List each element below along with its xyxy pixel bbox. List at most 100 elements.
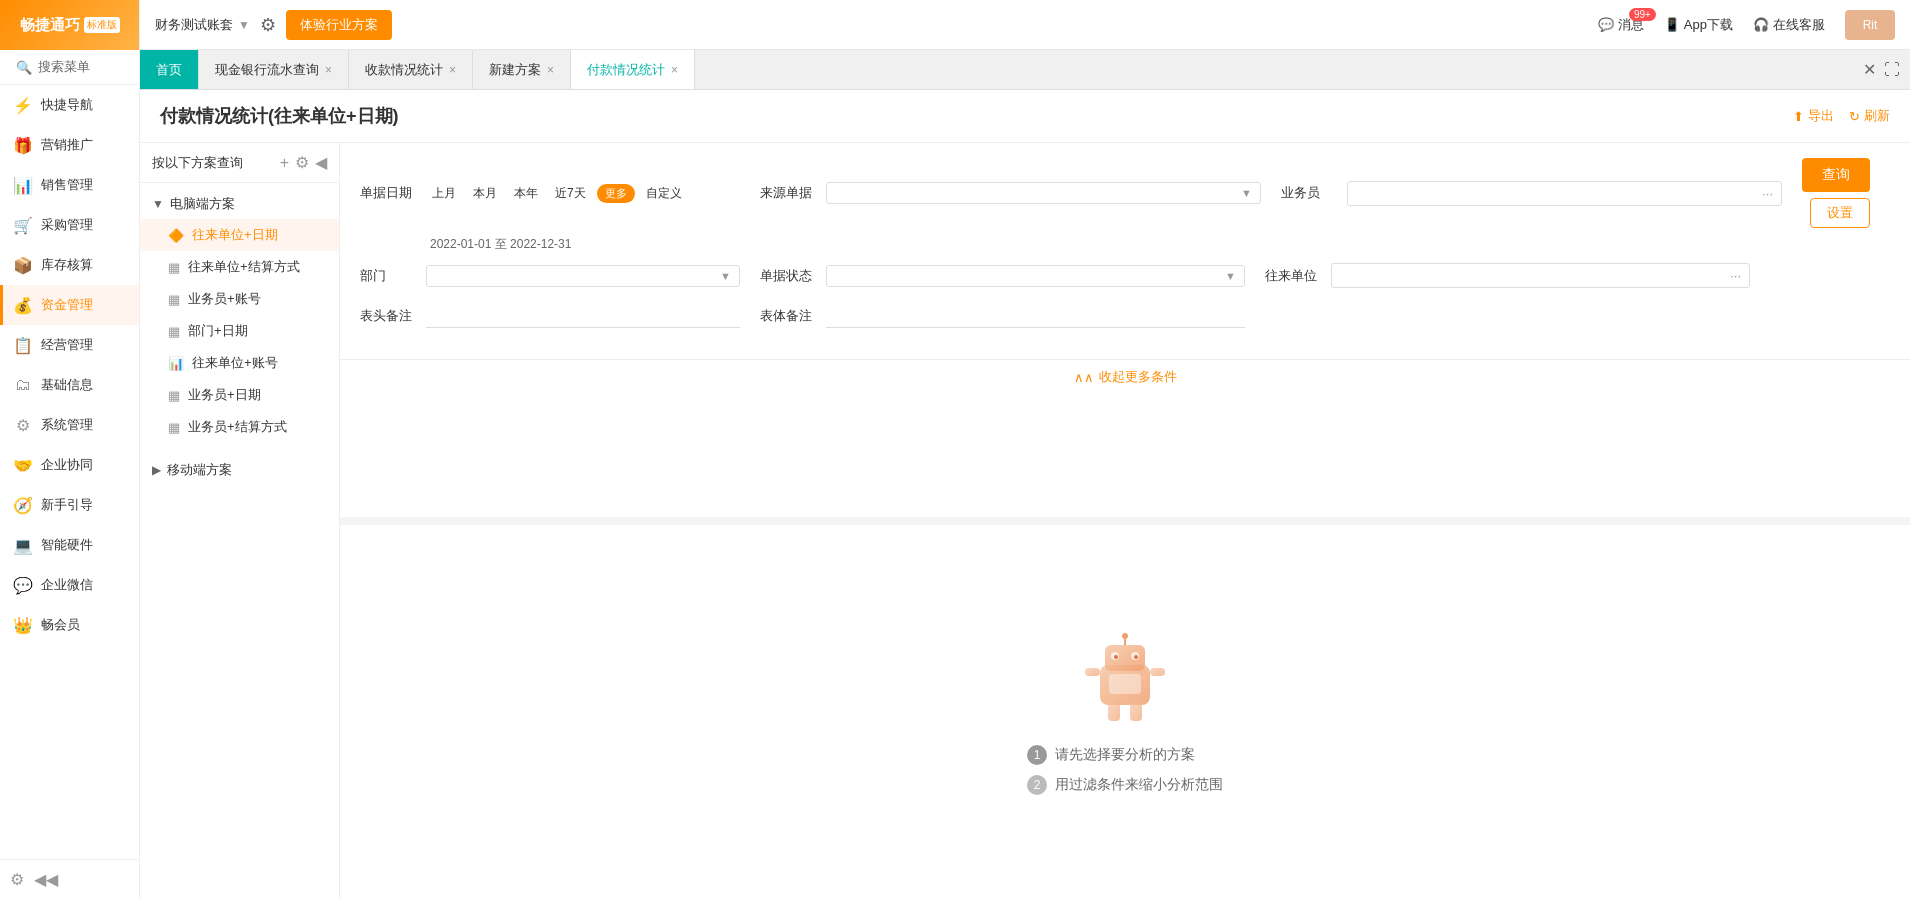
filter-panel: 单据日期 上月 本月 本年 近7天 更多 自定义 xyxy=(340,143,1910,517)
service-icon: 🎧 xyxy=(1753,17,1769,32)
sidebar-item-label: 智能硬件 xyxy=(41,536,93,554)
sidebar-item-basic[interactable]: 🗂 基础信息 xyxy=(0,365,139,405)
sidebar-item-purchase[interactable]: 🛒 采购管理 xyxy=(0,205,139,245)
scheme-item-label-staff-date: 业务员+日期 xyxy=(188,386,261,404)
scheme-panel-header: 按以下方案查询 + ⚙ ◀ xyxy=(140,143,339,183)
sidebar-item-sales[interactable]: 📊 销售管理 xyxy=(0,165,139,205)
scheme-item-unit-settle[interactable]: ▦ 往来单位+结算方式 xyxy=(140,251,339,283)
export-icon: ⬆ xyxy=(1793,109,1804,124)
empty-tips: 1 请先选择要分析的方案 2 用过滤条件来缩小分析范围 xyxy=(1027,745,1223,795)
sidebar-item-cooperation[interactable]: 🤝 企业协同 xyxy=(0,445,139,485)
scheme-settings-btn[interactable]: ⚙ xyxy=(295,153,309,172)
trial-btn[interactable]: 体验行业方案 xyxy=(286,10,392,40)
tab-close-all-btn[interactable]: ✕ xyxy=(1863,60,1876,79)
tab-new-scheme[interactable]: 新建方案 × xyxy=(473,50,571,89)
date-btn-custom[interactable]: 自定义 xyxy=(640,183,688,204)
tab-receipt-stats[interactable]: 收款情况统计 × xyxy=(349,50,473,89)
filter-source-select[interactable]: ▼ xyxy=(826,182,1261,204)
empty-state-illustration xyxy=(1075,630,1175,730)
scheme-section-mobile-header[interactable]: ▶ 移动端方案 xyxy=(140,455,339,485)
topbar: 财务测试账套 ▼ ⚙ 体验行业方案 💬 消息 99+ 📱 App下载 🎧 在线客… xyxy=(140,0,1910,50)
topbar-settings-icon[interactable]: ⚙ xyxy=(260,14,276,36)
refresh-btn[interactable]: ↻ 刷新 xyxy=(1849,107,1890,125)
sidebar-collapse-btn[interactable]: ◀◀ xyxy=(34,870,58,889)
tip-num-1: 1 xyxy=(1027,745,1047,765)
tab-bank-flow[interactable]: 现金银行流水查询 × xyxy=(199,50,349,89)
filter-unit-select[interactable]: ··· xyxy=(1331,263,1750,288)
svg-point-4 xyxy=(1114,655,1118,659)
tab-new-scheme-label: 新建方案 xyxy=(489,61,541,79)
empty-state: 1 请先选择要分析的方案 2 用过滤条件来缩小分析范围 xyxy=(340,525,1910,899)
date-btn-7days[interactable]: 近7天 xyxy=(549,183,592,204)
date-btn-last-month[interactable]: 上月 xyxy=(426,183,462,204)
marketing-icon: 🎁 xyxy=(13,135,33,155)
scheme-item-unit-date[interactable]: 🔶 往来单位+日期 xyxy=(140,219,339,251)
tab-payment-stats-close[interactable]: × xyxy=(671,63,678,77)
filter-header-note-input[interactable] xyxy=(426,304,740,328)
date-btn-this-month[interactable]: 本月 xyxy=(467,183,503,204)
collapse-btn[interactable]: ∧∧ 收起更多条件 xyxy=(340,359,1910,394)
tab-payment-stats[interactable]: 付款情况统计 × xyxy=(571,50,695,89)
sidebar-item-inventory[interactable]: 📦 库存核算 xyxy=(0,245,139,285)
sidebar-item-label: 新手引导 xyxy=(41,496,93,514)
scheme-section-pc: ▼ 电脑端方案 🔶 往来单位+日期 ▦ 往来单位+结算方式 ▦ 业务员+账号 xyxy=(140,183,339,449)
filter-header-note-field: 表头备注 xyxy=(360,304,740,328)
filter-status-select[interactable]: ▼ xyxy=(826,265,1245,287)
scheme-item-dept-date[interactable]: ▦ 部门+日期 xyxy=(140,315,339,347)
scheme-section-pc-header[interactable]: ▼ 电脑端方案 xyxy=(140,189,339,219)
scheme-item-staff-date[interactable]: ▦ 业务员+日期 xyxy=(140,379,339,411)
date-btn-this-year[interactable]: 本年 xyxy=(508,183,544,204)
scheme-item-label-staff-account: 业务员+账号 xyxy=(188,290,261,308)
scheme-item-label-unit-date: 往来单位+日期 xyxy=(192,226,278,244)
filter-unit-field: 往来单位 ··· xyxy=(1265,263,1750,288)
export-btn[interactable]: ⬆ 导出 xyxy=(1793,107,1834,125)
message-badge: 99+ xyxy=(1629,8,1656,21)
scheme-item-icon-staff-account: ▦ xyxy=(168,292,180,307)
topbar-message[interactable]: 💬 消息 99+ xyxy=(1598,16,1644,34)
scheme-item-staff-settle[interactable]: ▦ 业务员+结算方式 xyxy=(140,411,339,443)
sidebar-search[interactable]: 🔍 搜索菜单 xyxy=(0,50,139,85)
sidebar-item-wechat[interactable]: 💬 企业微信 xyxy=(0,565,139,605)
scheme-item-icon-unit-settle: ▦ xyxy=(168,260,180,275)
sidebar-item-guide[interactable]: 🧭 新手引导 xyxy=(0,485,139,525)
filter-dept-select[interactable]: ▼ xyxy=(426,265,740,287)
scheme-panel-actions: + ⚙ ◀ xyxy=(280,153,327,172)
sidebar-item-marketing[interactable]: 🎁 营销推广 xyxy=(0,125,139,165)
scheme-collapse-btn[interactable]: ◀ xyxy=(315,153,327,172)
filter-dept-field: 部门 ▼ xyxy=(360,265,740,287)
filter-unit-dots[interactable]: ··· xyxy=(1730,268,1741,283)
svg-rect-9 xyxy=(1150,668,1165,676)
query-btn[interactable]: 查询 xyxy=(1802,158,1870,192)
date-btn-more[interactable]: 更多 xyxy=(597,184,635,203)
sidebar-settings-btn[interactable]: ⚙ xyxy=(10,870,24,889)
scheme-item-label-unit-settle: 往来单位+结算方式 xyxy=(188,258,300,276)
tab-maximize-btn[interactable]: ⛶ xyxy=(1884,61,1900,79)
scheme-section-mobile-arrow: ▶ xyxy=(152,463,161,477)
tab-home[interactable]: 首页 xyxy=(140,50,199,89)
filter-staff-dots[interactable]: ··· xyxy=(1762,186,1773,201)
filter-staff-select[interactable]: ··· xyxy=(1347,181,1782,206)
scheme-section-mobile-title: 移动端方案 xyxy=(167,461,232,479)
topbar-profile[interactable]: 财务测试账套 ▼ xyxy=(155,16,250,34)
topbar-online-service[interactable]: 🎧 在线客服 xyxy=(1753,16,1825,34)
sidebar-item-quick-nav[interactable]: ⚡ 快捷导航 xyxy=(0,85,139,125)
topbar-app-download[interactable]: 📱 App下载 xyxy=(1664,16,1733,34)
tab-receipt-stats-close[interactable]: × xyxy=(449,63,456,77)
sidebar-item-hardware[interactable]: 💻 智能硬件 xyxy=(0,525,139,565)
profile-name: 财务测试账套 xyxy=(155,16,233,34)
scheme-item-staff-account[interactable]: ▦ 业务员+账号 xyxy=(140,283,339,315)
filter-settings-btn[interactable]: 设置 xyxy=(1810,198,1870,228)
scheme-add-btn[interactable]: + xyxy=(280,154,289,172)
scheme-item-unit-account[interactable]: 📊 往来单位+账号 xyxy=(140,347,339,379)
sidebar-item-vip[interactable]: 👑 畅会员 xyxy=(0,605,139,645)
tab-bank-flow-close[interactable]: × xyxy=(325,63,332,77)
sales-icon: 📊 xyxy=(13,175,33,195)
tab-new-scheme-close[interactable]: × xyxy=(547,63,554,77)
sidebar-item-operation[interactable]: 📋 经营管理 xyxy=(0,325,139,365)
sidebar-item-capital[interactable]: 💰 资金管理 xyxy=(0,285,139,325)
sidebar-item-label: 畅会员 xyxy=(41,616,80,634)
service-label: 在线客服 xyxy=(1773,16,1825,34)
filter-body-note-input[interactable] xyxy=(826,304,1245,328)
sidebar-item-system[interactable]: ⚙ 系统管理 xyxy=(0,405,139,445)
topbar-avatar[interactable]: Rit xyxy=(1845,10,1895,40)
